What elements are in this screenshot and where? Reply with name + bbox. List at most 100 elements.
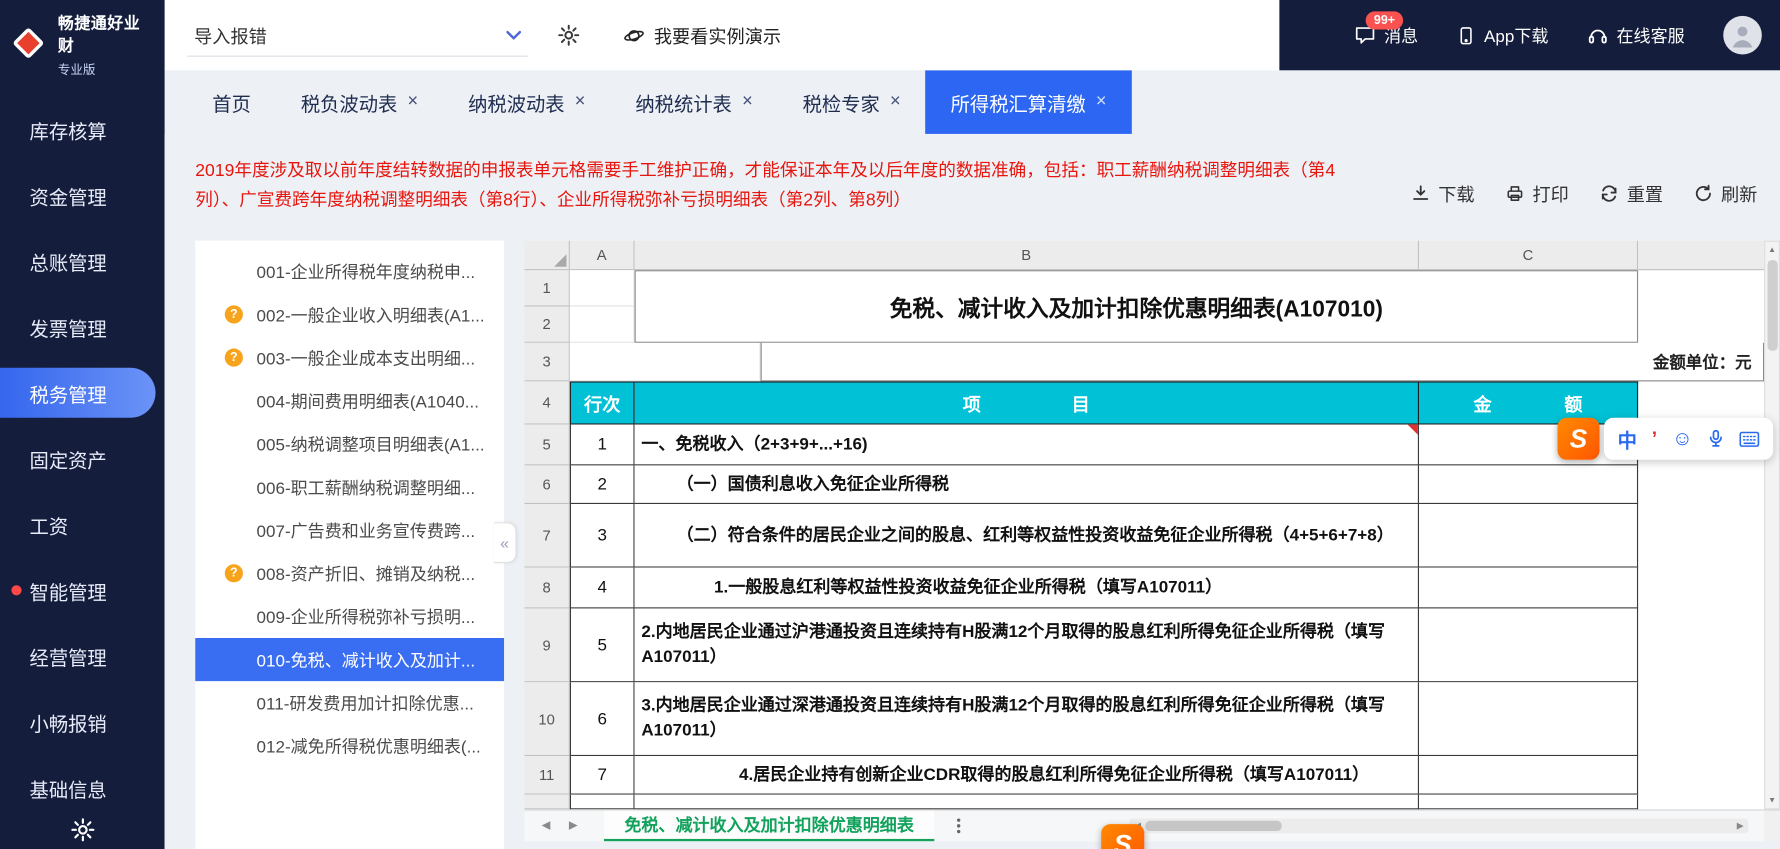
keyboard-icon[interactable] — [1739, 431, 1760, 447]
emoji-icon[interactable]: ☺ — [1672, 427, 1693, 451]
sheet-title-cell[interactable]: 免税、减计收入及加计扣除优惠明细表(A107010) — [634, 270, 1639, 343]
sidebar-item-base-info[interactable]: 基础信息 — [0, 763, 165, 813]
demo-link[interactable]: 我要看实例演示 — [623, 22, 781, 49]
tab-close-icon[interactable]: × — [408, 92, 419, 112]
amount-cell[interactable] — [1419, 682, 1639, 757]
tab-tax-statistics[interactable]: 纳税统计表 × — [610, 70, 777, 134]
report-item-009[interactable]: 009-企业所得税弥补亏损明... — [195, 595, 504, 638]
reset-button[interactable]: 重置 — [1599, 179, 1663, 206]
amount-cell[interactable] — [1419, 756, 1639, 795]
column-header-a[interactable]: A — [569, 240, 635, 271]
active-sheet-tab[interactable]: 免税、减计收入及加计扣除优惠明细表 — [603, 810, 935, 842]
amount-cell[interactable] — [1419, 567, 1639, 609]
messages-button[interactable]: 消息 99+ — [1355, 10, 1418, 47]
report-item-002[interactable]: ? 002-一般企业收入明细表(A1... — [195, 293, 504, 336]
sidebar-item-smart-mgmt[interactable]: 智能管理 — [0, 565, 165, 615]
help-icon[interactable]: ? — [224, 305, 243, 324]
amount-cell[interactable] — [1419, 465, 1639, 505]
sheet-more-icon[interactable] — [952, 814, 964, 838]
print-button[interactable]: 打印 — [1505, 179, 1569, 206]
horizontal-scrollbar[interactable]: ◀ ▶ — [1129, 818, 1749, 834]
online-service-button[interactable]: 在线客服 — [1587, 23, 1685, 47]
sidebar-item-payroll[interactable]: 工资 — [0, 499, 165, 549]
amount-cell[interactable] — [1419, 504, 1639, 568]
row-header-11[interactable]: 11 — [524, 756, 570, 795]
row-header-partial[interactable] — [524, 794, 570, 810]
report-item-008[interactable]: ? 008-资产折旧、摊销及纳税... — [195, 552, 504, 595]
line-number-cell[interactable]: 4 — [569, 567, 635, 609]
tab-close-icon[interactable]: × — [742, 92, 753, 112]
item-cell[interactable]: 4.居民企业持有创新企业CDR取得的股息红利所得免征企业所得税（填写A10701… — [634, 756, 1420, 795]
line-number-cell[interactable]: 2 — [569, 465, 635, 505]
sidebar-item-fixed-assets[interactable]: 固定资产 — [0, 434, 165, 484]
report-item-001[interactable]: 001-企业所得税年度纳税申... — [195, 250, 504, 293]
vscroll-up-icon[interactable]: ▲ — [1765, 242, 1779, 258]
row-header-2[interactable]: 2 — [524, 306, 570, 343]
tab-close-icon[interactable]: × — [890, 92, 901, 112]
sidebar-item-invoice[interactable]: 发票管理 — [0, 302, 165, 352]
line-number-cell[interactable]: 5 — [569, 608, 635, 683]
tab-close-icon[interactable]: × — [575, 92, 586, 112]
sidebar-item-tax[interactable]: 税务管理 — [0, 367, 156, 418]
tab-tax-expert[interactable]: 税检专家 × — [778, 70, 926, 134]
line-number-cell[interactable]: 6 — [569, 682, 635, 757]
item-cell[interactable]: 一、免税收入（2+3+9+...+16) — [634, 424, 1420, 466]
tab-tax-burden[interactable]: 税负波动表 × — [276, 70, 443, 134]
tab-close-icon[interactable]: × — [1096, 92, 1107, 112]
item-cell[interactable]: 3.内地居民企业通过深港通投资且连续持有H股满12个月取得的股息红利所得免征企业… — [634, 682, 1420, 757]
settings-gear-icon[interactable] — [0, 817, 165, 842]
row-header-10[interactable]: 10 — [524, 682, 570, 757]
topbar-gear-icon[interactable] — [557, 24, 580, 47]
help-icon[interactable]: ? — [224, 348, 243, 367]
line-number-cell[interactable]: 3 — [569, 504, 635, 568]
item-cell[interactable]: 2.内地居民企业通过沪港通投资且连续持有H股满12个月取得的股息红利所得免征企业… — [634, 608, 1420, 683]
import-error-dropdown[interactable]: 导入报错 — [187, 14, 528, 57]
sidebar-item-operations[interactable]: 经营管理 — [0, 631, 165, 681]
row-header-8[interactable]: 8 — [524, 567, 570, 609]
item-cell[interactable]: （二）符合条件的居民企业之间的股息、红利等权益性投资收益免征企业所得税（4+5+… — [634, 504, 1420, 568]
item-cell[interactable]: 1.一般股息红利等权益性投资收益免征企业所得税（填写A107011） — [634, 567, 1420, 609]
select-all-corner[interactable] — [524, 240, 570, 271]
row-header-9[interactable]: 9 — [524, 608, 570, 683]
line-number-cell[interactable]: 1 — [569, 424, 635, 466]
sogou-float-icon[interactable]: S — [1101, 824, 1145, 849]
report-item-004[interactable]: 004-期间费用明细表(A1040... — [195, 379, 504, 422]
microphone-icon[interactable] — [1707, 429, 1724, 448]
panel-collapse-button[interactable]: « — [493, 522, 517, 564]
chinese-mode-icon[interactable]: 中 — [1618, 425, 1637, 453]
app-download-button[interactable]: App下载 — [1457, 23, 1548, 47]
row-header-7[interactable]: 7 — [524, 504, 570, 568]
report-item-006[interactable]: 006-职工薪酬纳税调整明细... — [195, 465, 504, 508]
amount-cell[interactable] — [1419, 794, 1639, 810]
tab-home[interactable]: 首页 — [187, 70, 276, 134]
vertical-scrollbar[interactable]: ▲ ▼ — [1764, 240, 1780, 810]
sidebar-item-funds[interactable]: 资金管理 — [0, 170, 165, 220]
row-header-4[interactable]: 4 — [524, 381, 570, 425]
sidebar-item-general-ledger[interactable]: 总账管理 — [0, 236, 165, 286]
line-number-cell[interactable]: 7 — [569, 756, 635, 795]
user-avatar[interactable] — [1723, 15, 1762, 55]
header-cell-line[interactable]: 行次 — [569, 381, 635, 425]
report-item-003[interactable]: ? 003-一般企业成本支出明细... — [195, 336, 504, 379]
unit-note-cell[interactable]: 金额单位：元 — [760, 342, 1765, 382]
refresh-button[interactable]: 刷新 — [1694, 179, 1757, 206]
sidebar-item-expense[interactable]: 小畅报销 — [0, 697, 165, 747]
header-cell-item[interactable]: 项 目 — [634, 381, 1420, 425]
row-header-5[interactable]: 5 — [524, 424, 570, 466]
vscroll-thumb[interactable] — [1766, 259, 1778, 351]
column-header-b[interactable]: B — [634, 240, 1420, 271]
report-item-011[interactable]: 011-研发费用加计扣除优惠... — [195, 681, 504, 724]
amount-cell[interactable] — [1419, 608, 1639, 683]
cell-a1[interactable] — [569, 270, 635, 307]
row-header-6[interactable]: 6 — [524, 465, 570, 505]
cell-a2[interactable] — [569, 306, 635, 343]
item-cell[interactable]: （一）国债利息收入免征企业所得税 — [634, 465, 1420, 505]
hscroll-right-icon[interactable]: ▶ — [1732, 821, 1748, 831]
help-icon[interactable]: ? — [224, 564, 243, 583]
row-header-1[interactable]: 1 — [524, 270, 570, 307]
hscroll-thumb[interactable] — [1145, 820, 1282, 831]
sidebar-item-inventory[interactable]: 库存核算 — [0, 104, 165, 154]
line-number-cell[interactable] — [569, 794, 635, 810]
report-item-007[interactable]: 007-广告费和业务宣传费跨... — [195, 509, 504, 552]
report-item-005[interactable]: 005-纳税调整项目明细表(A1... — [195, 422, 504, 465]
